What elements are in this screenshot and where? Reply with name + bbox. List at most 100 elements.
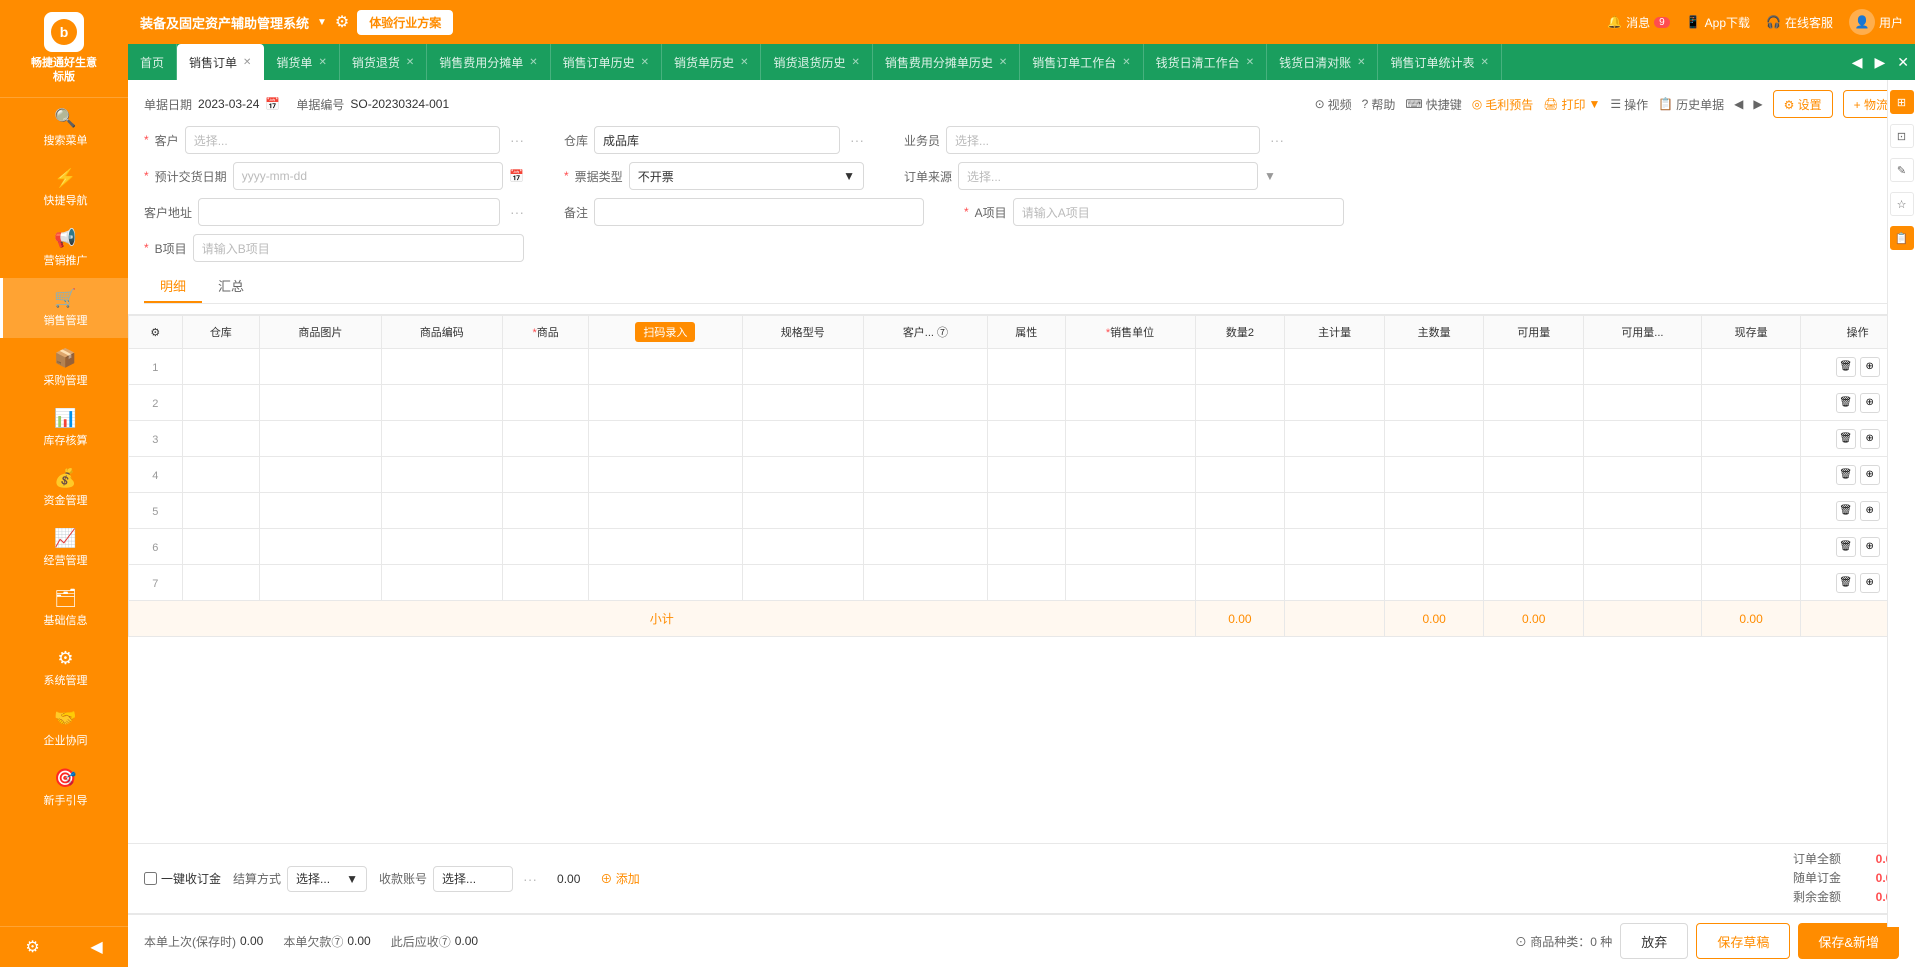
- tab-daily-clear[interactable]: 钱货日清工作台 ✕: [1144, 44, 1267, 80]
- discard-btn[interactable]: 放弃: [1620, 923, 1688, 959]
- system-dropdown-icon[interactable]: ▼: [317, 17, 327, 28]
- tab-detail[interactable]: 明细: [144, 270, 202, 303]
- sidebar-item-system[interactable]: ⚙ 系统管理: [0, 638, 128, 698]
- tab-close-icon[interactable]: ✕: [999, 57, 1007, 68]
- user-btn[interactable]: 👤 用户: [1849, 9, 1903, 35]
- delete-row-btn[interactable]: 🗑: [1836, 465, 1856, 485]
- sidebar-item-ops[interactable]: 📈 经营管理: [0, 518, 128, 578]
- invoice-select[interactable]: 不开票 ▼: [629, 162, 864, 190]
- delivery-input[interactable]: yyyy-mm-dd: [233, 162, 503, 190]
- tab-stats[interactable]: 销售订单统计表 ✕: [1378, 44, 1501, 80]
- tab-close-icon[interactable]: ✕: [406, 57, 414, 68]
- right-panel-btn-1[interactable]: ⊞: [1890, 90, 1914, 114]
- history-btn[interactable]: 📋 历史单据: [1658, 96, 1724, 113]
- calendar-icon[interactable]: 📅: [265, 97, 280, 111]
- cell-attr-1[interactable]: [987, 349, 1065, 385]
- copy-row-btn[interactable]: ⊕: [1860, 501, 1880, 521]
- tab-close-icon[interactable]: ✕: [740, 57, 748, 68]
- cell-warehouse-1[interactable]: [182, 349, 260, 385]
- customer-input[interactable]: 选择...: [185, 126, 500, 154]
- collapse-btn[interactable]: ◀: [90, 937, 102, 957]
- tab-sales-fee[interactable]: 销售费用分摊单 ✕: [427, 44, 550, 80]
- sidebar-item-search[interactable]: 🔍 搜索菜单: [0, 98, 128, 158]
- delete-row-btn[interactable]: 🗑: [1836, 357, 1856, 377]
- save-new-btn[interactable]: 保存&新增: [1798, 923, 1899, 959]
- calendar2-icon[interactable]: 📅: [509, 169, 524, 183]
- tab-close-icon[interactable]: ✕: [318, 57, 326, 68]
- right-panel-btn-5[interactable]: 📋: [1890, 226, 1914, 250]
- tab-close-icon[interactable]: ✕: [641, 57, 649, 68]
- delete-row-btn[interactable]: 🗑: [1836, 501, 1856, 521]
- sidebar-item-collab[interactable]: 🤝 企业协同: [0, 698, 128, 758]
- delete-row-btn[interactable]: 🗑: [1836, 537, 1856, 557]
- profit-btn[interactable]: ◎ 毛利预告: [1472, 96, 1534, 113]
- help-btn[interactable]: ? 帮助: [1362, 96, 1396, 113]
- tab-invoice-history[interactable]: 销货单历史 ✕: [662, 44, 761, 80]
- quickpay-checkbox[interactable]: 一键收订金: [144, 870, 221, 887]
- cell-main-qty-1[interactable]: [1384, 349, 1484, 385]
- account-more-btn[interactable]: ···: [523, 871, 537, 887]
- remark-input[interactable]: [594, 198, 924, 226]
- sidebar-item-quicknav[interactable]: ⚡ 快捷导航: [0, 158, 128, 218]
- cell-spec-1[interactable]: [742, 349, 863, 385]
- col-scan[interactable]: 扫码录入: [589, 316, 742, 349]
- sidebar-item-sales[interactable]: 🛒 销售管理: [0, 278, 128, 338]
- payment-method-select[interactable]: 选择... ▼: [287, 866, 367, 892]
- date-value[interactable]: 2023-03-24: [198, 97, 259, 111]
- nav-next-btn[interactable]: ▶: [1753, 97, 1762, 111]
- a-project-input[interactable]: 请输入A项目: [1013, 198, 1344, 226]
- tab-close-icon[interactable]: ✕: [1122, 57, 1130, 68]
- copy-row-btn[interactable]: ⊕: [1860, 573, 1880, 593]
- sidebar-item-inventory[interactable]: 📊 库存核算: [0, 398, 128, 458]
- cell-code-1[interactable]: [381, 349, 502, 385]
- save-draft-btn[interactable]: 保存草稿: [1696, 923, 1790, 959]
- delete-row-btn[interactable]: 🗑: [1836, 393, 1856, 413]
- account-select[interactable]: 选择...: [433, 866, 513, 892]
- staff-input[interactable]: 选择...: [946, 126, 1260, 154]
- right-panel-btn-4[interactable]: ☆: [1890, 192, 1914, 216]
- app-download-btn[interactable]: 📱 App下载: [1686, 14, 1750, 31]
- tab-close-icon[interactable]: ✕: [529, 57, 537, 68]
- cell-cust-code-1[interactable]: [863, 349, 987, 385]
- notification-btn[interactable]: 🔔 消息 9: [1607, 14, 1670, 31]
- copy-row-btn[interactable]: ⊕: [1860, 393, 1880, 413]
- tab-close-icon[interactable]: ✕: [851, 57, 859, 68]
- tab-home[interactable]: 首页: [128, 44, 177, 80]
- tab-more-btn[interactable]: ✕: [1891, 54, 1915, 71]
- col-settings[interactable]: ⚙: [129, 316, 183, 349]
- cell-goods-1[interactable]: [503, 349, 589, 385]
- tab-return-history[interactable]: 销货退货历史 ✕: [761, 44, 872, 80]
- copy-row-btn[interactable]: ⊕: [1860, 465, 1880, 485]
- settings-btn[interactable]: ⚙: [25, 937, 39, 957]
- staff-more-btn[interactable]: ···: [1270, 132, 1284, 148]
- warehouse-more-btn[interactable]: ···: [850, 132, 864, 148]
- quickpay-check-input[interactable]: [144, 872, 157, 885]
- tab-sales-return[interactable]: 销货退货 ✕: [340, 44, 427, 80]
- warehouse-input[interactable]: 成品库: [594, 126, 840, 154]
- nav-prev-btn[interactable]: ◀: [1734, 97, 1743, 111]
- shortcut-btn[interactable]: ⌨ 快捷键: [1405, 96, 1461, 113]
- tab-close-icon[interactable]: ✕: [243, 57, 251, 68]
- tab-prev-btn[interactable]: ◀: [1846, 54, 1869, 71]
- address-more-btn[interactable]: ···: [510, 204, 524, 220]
- delete-row-btn[interactable]: 🗑: [1836, 429, 1856, 449]
- cell-unit-1[interactable]: [1065, 349, 1195, 385]
- sidebar-item-purchase[interactable]: 📦 采购管理: [0, 338, 128, 398]
- sidebar-item-finance[interactable]: 💰 资金管理: [0, 458, 128, 518]
- topbar-gear-btn[interactable]: ⚙: [335, 12, 349, 32]
- print-btn[interactable]: 🖨 打印 ▼: [1543, 96, 1600, 113]
- copy-row-btn[interactable]: ⊕: [1860, 429, 1880, 449]
- video-btn[interactable]: ⊙ 视频: [1315, 96, 1352, 113]
- ops-btn[interactable]: ☰ 操作: [1610, 96, 1648, 113]
- tab-summary[interactable]: 汇总: [202, 270, 260, 303]
- b-project-input[interactable]: 请输入B项目: [193, 234, 524, 262]
- sidebar-item-basic[interactable]: 🗂 基础信息: [0, 578, 128, 638]
- add-payment-btn[interactable]: ⊕ 添加: [600, 870, 639, 887]
- address-input[interactable]: [198, 198, 500, 226]
- right-panel-btn-2[interactable]: ⊡: [1890, 124, 1914, 148]
- tab-sales-order[interactable]: 销售订单 ✕: [177, 44, 264, 80]
- online-service-btn[interactable]: 🎧 在线客服: [1766, 14, 1833, 31]
- tab-close-icon[interactable]: ✕: [1481, 57, 1489, 68]
- tab-reconcile[interactable]: 钱货日清对账 ✕: [1267, 44, 1378, 80]
- customer-more-btn[interactable]: ···: [510, 132, 524, 148]
